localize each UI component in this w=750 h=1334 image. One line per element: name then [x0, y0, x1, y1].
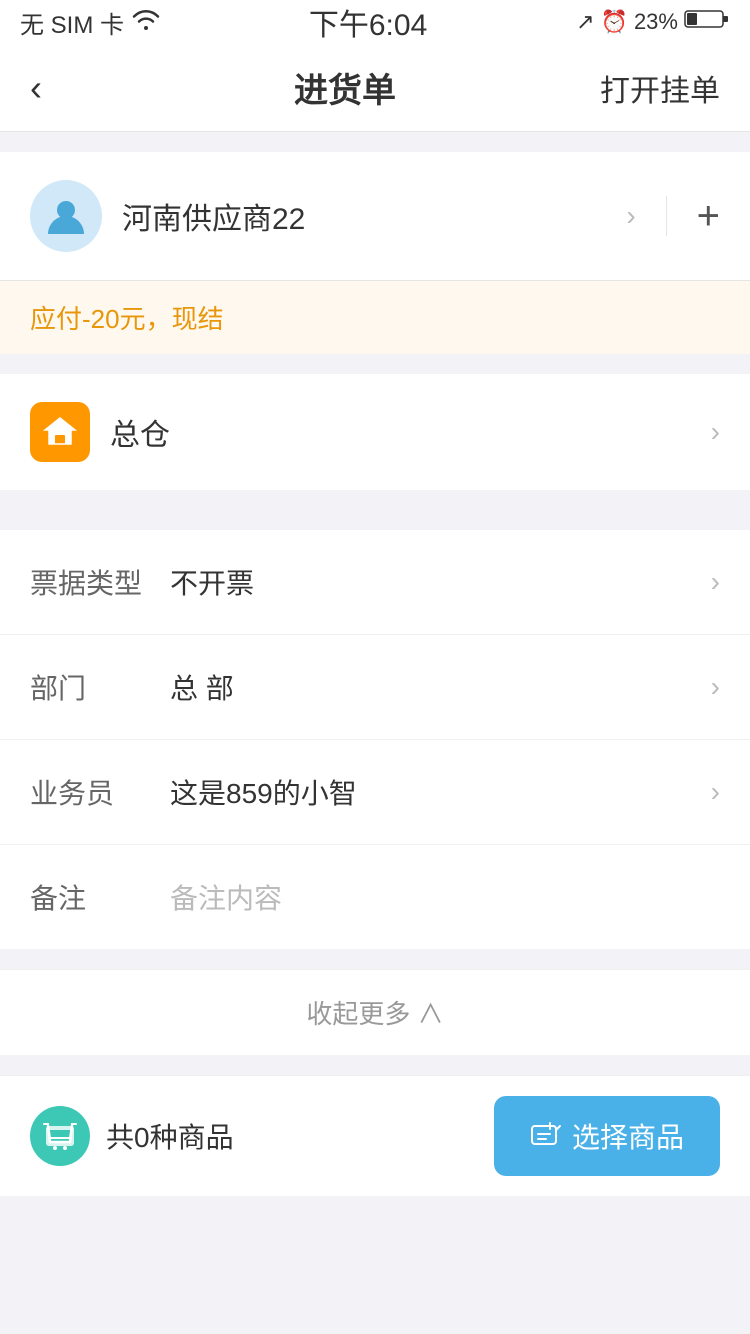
warehouse-name: 总仓 [110, 410, 711, 454]
status-bar: 无 SIM 卡 下午6:04 ↗ ⏰ 23% [0, 0, 750, 44]
status-right: ↗ ⏰ 23% [576, 8, 730, 36]
remark-input[interactable]: 备注内容 [150, 877, 720, 917]
invoice-type-value: 不开票 [150, 562, 711, 602]
invoice-type-row[interactable]: 票据类型 不开票 › [0, 530, 750, 635]
select-product-button[interactable]: 选择商品 [494, 1096, 720, 1176]
supplier-row[interactable]: 河南供应商22 › + [0, 152, 750, 281]
salesman-row[interactable]: 业务员 这是859的小智 › [0, 740, 750, 845]
vertical-divider [666, 196, 667, 236]
alarm-icon: ⏰ [601, 9, 628, 35]
no-sim-text: 无 SIM 卡 [20, 5, 124, 40]
open-pending-button[interactable]: 打开挂单 [600, 66, 720, 110]
collapse-bar[interactable]: 收起更多 ∧ [0, 969, 750, 1055]
warehouse-icon [30, 402, 90, 462]
product-count-icon [30, 1106, 90, 1166]
remark-row[interactable]: 备注 备注内容 [0, 845, 750, 949]
warehouse-section: 总仓 › [0, 374, 750, 490]
remark-label: 备注 [30, 877, 150, 917]
department-label: 部门 [30, 667, 150, 707]
supplier-name: 河南供应商22 [122, 194, 626, 238]
department-chevron-icon: › [711, 671, 720, 703]
warehouse-chevron-icon: › [711, 416, 720, 448]
wifi-icon [132, 8, 160, 37]
nav-bar: ‹ 进货单 打开挂单 [0, 44, 750, 132]
collapse-label: 收起更多 ∧ [306, 999, 443, 1029]
add-supplier-button[interactable]: + [697, 194, 720, 239]
department-row[interactable]: 部门 总 部 › [0, 635, 750, 740]
supplier-avatar [30, 180, 102, 252]
section-gap-2 [0, 354, 750, 374]
department-value: 总 部 [150, 667, 711, 707]
notice-text: 应付-20元，现结 [30, 304, 224, 334]
salesman-label: 业务员 [30, 772, 150, 812]
salesman-value: 这是859的小智 [150, 772, 711, 812]
section-gap-1 [0, 132, 750, 152]
supplier-chevron-icon: › [626, 200, 635, 232]
warehouse-row[interactable]: 总仓 › [0, 374, 750, 490]
product-count-text: 共0种商品 [106, 1116, 234, 1156]
salesman-chevron-icon: › [711, 776, 720, 808]
invoice-chevron-icon: › [711, 566, 720, 598]
bottom-bar: 共0种商品 选择商品 [0, 1075, 750, 1196]
select-product-icon [530, 1120, 562, 1152]
back-button[interactable]: ‹ [30, 67, 90, 109]
product-count-area: 共0种商品 [30, 1106, 234, 1166]
notice-banner: 应付-20元，现结 [0, 281, 750, 354]
status-time: 下午6:04 [309, 0, 427, 44]
supplier-section: 河南供应商22 › + 应付-20元，现结 [0, 152, 750, 354]
page-title: 进货单 [294, 63, 396, 112]
battery-icon [684, 8, 730, 36]
select-product-label: 选择商品 [572, 1116, 684, 1156]
battery-text: 23% [634, 9, 678, 35]
status-left: 无 SIM 卡 [20, 5, 160, 40]
section-gap-3 [0, 490, 750, 510]
invoice-type-label: 票据类型 [30, 562, 150, 602]
form-section: 票据类型 不开票 › 部门 总 部 › 业务员 这是859的小智 › 备注 备注… [0, 530, 750, 949]
location-icon: ↗ [576, 9, 594, 35]
